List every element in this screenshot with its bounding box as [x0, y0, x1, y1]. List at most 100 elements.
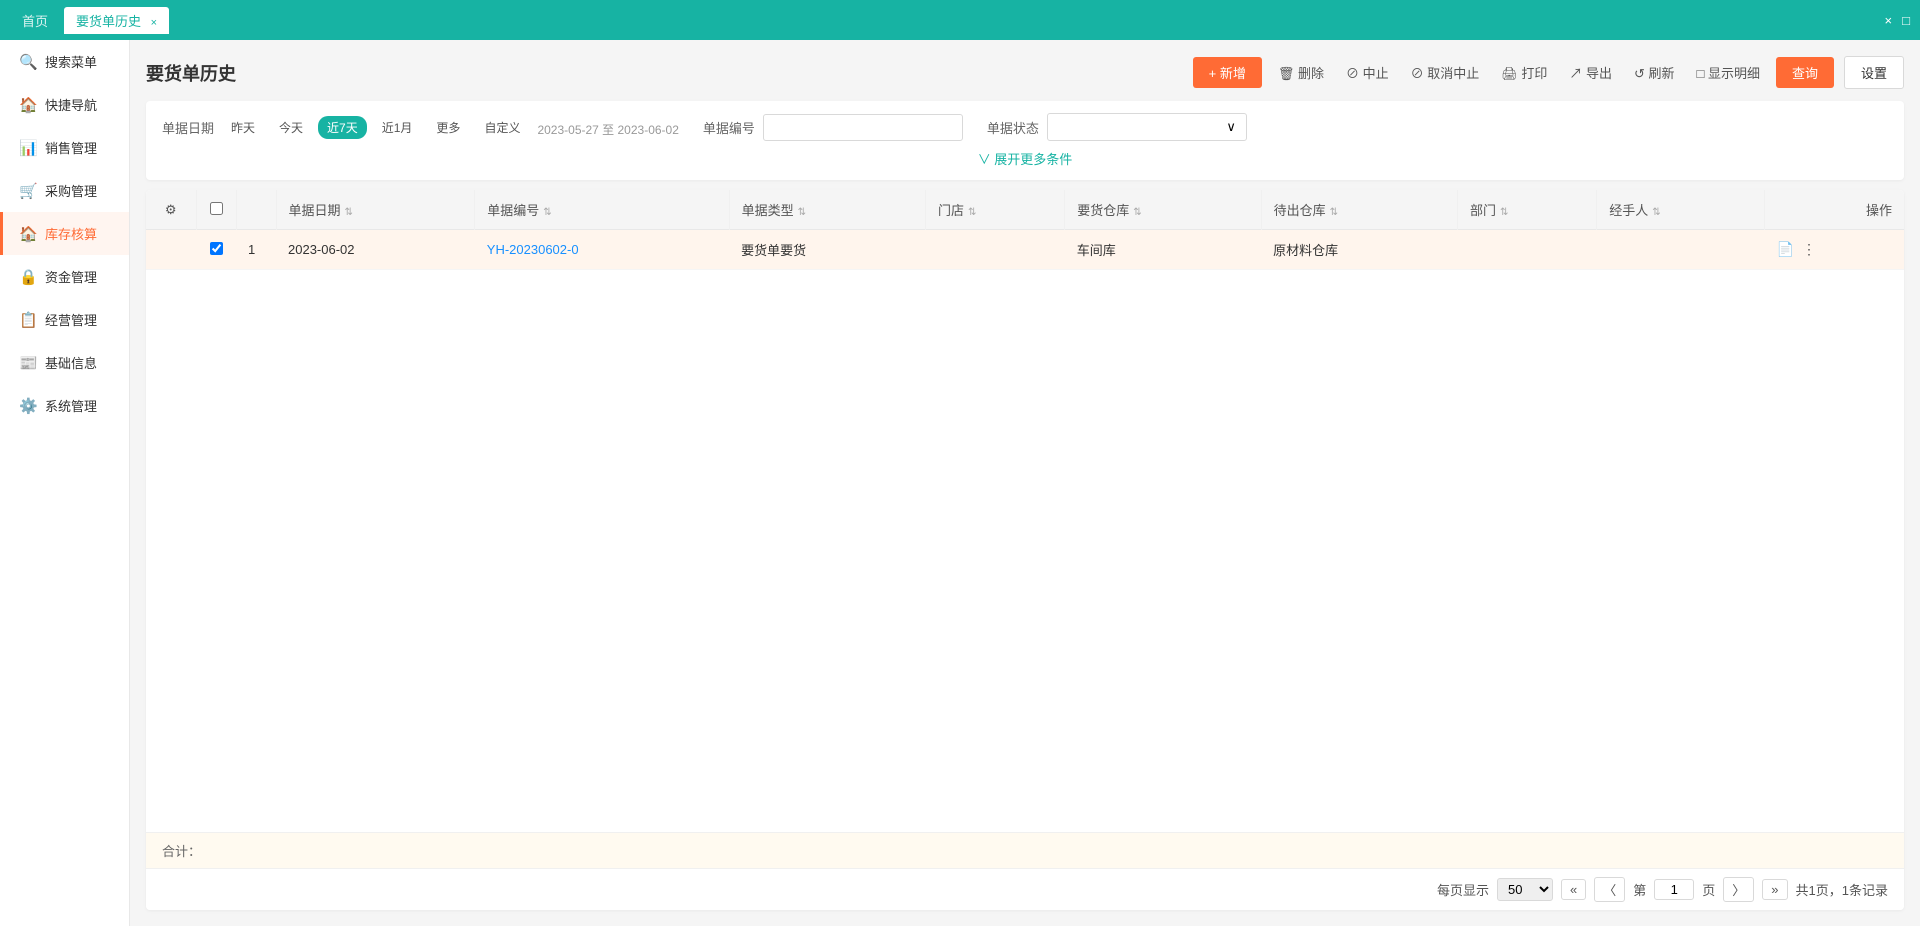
- row-actions: 📄 ⋮: [1777, 241, 1892, 258]
- export-button[interactable]: ↗ 导出: [1563, 59, 1618, 86]
- settings-button[interactable]: 设置: [1844, 56, 1904, 89]
- col-department[interactable]: 部门⇅: [1458, 190, 1597, 230]
- docno-input[interactable]: [763, 114, 963, 141]
- sidebar-item-quick-nav[interactable]: 🏠 快捷导航: [0, 83, 129, 126]
- doc-no-link[interactable]: YH-20230602-0: [487, 242, 579, 257]
- col-doc-date[interactable]: 单据日期⇅: [276, 190, 475, 230]
- col-handler[interactable]: 经手人⇅: [1597, 190, 1765, 230]
- select-all-header[interactable]: [196, 190, 236, 230]
- expand-more-button[interactable]: ∨ 展开更多条件: [162, 149, 1888, 168]
- window-controls: × □: [1885, 13, 1910, 28]
- row-action-cell: 📄 ⋮: [1765, 230, 1904, 270]
- next-page-button[interactable]: 〉: [1723, 877, 1754, 902]
- sidebar-item-inventory[interactable]: 🏠 库存核算: [0, 212, 129, 255]
- stop-button[interactable]: ⊘ 中止: [1340, 59, 1395, 86]
- col-rownum: [236, 190, 276, 230]
- row-edit-icon[interactable]: 📄: [1777, 241, 1794, 258]
- column-settings-header[interactable]: ⚙: [146, 190, 196, 230]
- col-req-warehouse[interactable]: 要货仓库⇅: [1065, 190, 1261, 230]
- col-doc-no[interactable]: 单据编号⇅: [475, 190, 729, 230]
- status-filter: 单据状态 ∨: [987, 113, 1247, 141]
- sidebar-item-purchase-mgmt[interactable]: 🛒 采购管理: [0, 169, 129, 212]
- data-table: ⚙ 单据日期⇅ 单据编号⇅ 单据类型⇅ 门店⇅ 要货仓库⇅ 待出仓库⇅ 部门⇅ …: [146, 190, 1904, 270]
- date-7days[interactable]: 近7天: [318, 116, 367, 139]
- sidebar-item-finance-mgmt[interactable]: 🔒 资金管理: [0, 255, 129, 298]
- sort-req-warehouse-icon: ⇅: [1133, 207, 1141, 218]
- page-input-label: 第: [1633, 880, 1646, 899]
- page-title: 要货单历史: [146, 60, 236, 86]
- table-header-row: ⚙ 单据日期⇅ 单据编号⇅ 单据类型⇅ 门店⇅ 要货仓库⇅ 待出仓库⇅ 部门⇅ …: [146, 190, 1904, 230]
- window-close-icon[interactable]: ×: [1885, 13, 1893, 28]
- prev-page-button[interactable]: 〈: [1594, 877, 1625, 902]
- system-icon: ⚙️: [19, 397, 37, 415]
- row-checkbox[interactable]: [210, 242, 223, 255]
- total-label: 合计：: [162, 841, 201, 860]
- sales-icon: 📊: [19, 139, 37, 157]
- date-custom[interactable]: 自定义: [475, 116, 529, 139]
- tab-requisition-history[interactable]: 要货单历史 ×: [64, 7, 169, 34]
- page-unit-label: 页: [1702, 880, 1715, 899]
- date-today[interactable]: 今天: [270, 116, 312, 139]
- finance-icon: 🔒: [19, 268, 37, 286]
- sidebar-item-ops-mgmt[interactable]: 📋 经营管理: [0, 298, 129, 341]
- sidebar: 🔍 搜索菜单 🏠 快捷导航 📊 销售管理 🛒 采购管理 🏠 库存核算 🔒 资金管…: [0, 40, 130, 926]
- table-card: ⚙ 单据日期⇅ 单据编号⇅ 单据类型⇅ 门店⇅ 要货仓库⇅ 待出仓库⇅ 部门⇅ …: [146, 190, 1904, 910]
- display-detail-button[interactable]: □ 显示明细: [1691, 59, 1766, 86]
- filter-row: 单据日期 昨天 今天 近7天 近1月 更多 自定义 2023-05-27 至 2…: [162, 113, 1888, 141]
- row-more-icon[interactable]: ⋮: [1802, 241, 1816, 258]
- row-handler-cell: [1597, 230, 1765, 270]
- top-bar: 首页 要货单历史 × × □: [0, 0, 1920, 40]
- sidebar-item-basic-info[interactable]: 📰 基础信息: [0, 341, 129, 384]
- pagination-footer: 每页显示 10 20 50 100 « 〈 第 页 〉 » 共1页，1条记录: [146, 868, 1904, 910]
- row-settings-cell: [146, 230, 196, 270]
- date-filter: 单据日期 昨天 今天 近7天 近1月 更多 自定义 2023-05-27 至 2…: [162, 116, 679, 139]
- date-yesterday[interactable]: 昨天: [222, 116, 264, 139]
- row-pending-warehouse-cell: 原材料仓库: [1261, 230, 1457, 270]
- purchase-icon: 🛒: [19, 182, 37, 200]
- chevron-down-icon: ∨: [1226, 119, 1236, 135]
- col-action: 操作: [1765, 190, 1904, 230]
- col-store[interactable]: 门店⇅: [926, 190, 1065, 230]
- delete-button[interactable]: 🗑 删除: [1272, 59, 1330, 86]
- window-maximize-icon[interactable]: □: [1902, 13, 1910, 28]
- sort-doc-no-icon: ⇅: [543, 207, 551, 218]
- table-footer: 合计：: [146, 832, 1904, 868]
- row-req-warehouse-cell: 车间库: [1065, 230, 1261, 270]
- row-num-cell: 1: [236, 230, 276, 270]
- row-store-cell: [926, 230, 1065, 270]
- tab-home[interactable]: 首页: [10, 7, 60, 34]
- page-input[interactable]: [1654, 879, 1694, 900]
- print-button[interactable]: 🖨 打印: [1495, 59, 1553, 86]
- last-page-button[interactable]: »: [1762, 879, 1787, 900]
- row-doc-date-cell: 2023-06-02: [276, 230, 475, 270]
- date-more[interactable]: 更多: [427, 116, 469, 139]
- close-tab-icon[interactable]: ×: [151, 17, 157, 29]
- sidebar-item-system-mgmt[interactable]: ⚙️ 系统管理: [0, 384, 129, 427]
- first-page-button[interactable]: «: [1561, 879, 1586, 900]
- sidebar-item-search-menu[interactable]: 🔍 搜索菜单: [0, 40, 129, 83]
- row-department-cell: [1458, 230, 1597, 270]
- query-button[interactable]: 查询: [1776, 57, 1834, 88]
- row-checkbox-cell[interactable]: [196, 230, 236, 270]
- date-1month[interactable]: 近1月: [373, 116, 422, 139]
- sort-department-icon: ⇅: [1500, 207, 1508, 218]
- col-pending-warehouse[interactable]: 待出仓库⇅: [1261, 190, 1457, 230]
- refresh-button[interactable]: ↺ 刷新: [1628, 59, 1681, 86]
- sort-handler-icon: ⇅: [1652, 207, 1660, 218]
- select-all-checkbox[interactable]: [210, 202, 223, 215]
- filter-panel: 单据日期 昨天 今天 近7天 近1月 更多 自定义 2023-05-27 至 2…: [146, 101, 1904, 180]
- row-doc-type-cell: 要货单要货: [729, 230, 925, 270]
- new-button[interactable]: + 新增: [1193, 57, 1262, 88]
- page-size-label: 每页显示: [1437, 880, 1489, 899]
- page-size-select[interactable]: 10 20 50 100: [1497, 878, 1553, 901]
- date-range-display: 2023-05-27 至 2023-06-02: [537, 121, 678, 138]
- status-select[interactable]: ∨: [1047, 113, 1247, 141]
- sidebar-item-sales-mgmt[interactable]: 📊 销售管理: [0, 126, 129, 169]
- table-wrap: ⚙ 单据日期⇅ 单据编号⇅ 单据类型⇅ 门店⇅ 要货仓库⇅ 待出仓库⇅ 部门⇅ …: [146, 190, 1904, 832]
- status-filter-label: 单据状态: [987, 118, 1039, 137]
- sort-pending-warehouse-icon: ⇅: [1330, 207, 1338, 218]
- cancel-stop-button[interactable]: ⊘ 取消中止: [1405, 59, 1486, 86]
- docno-filter-label: 单据编号: [703, 118, 755, 137]
- col-doc-type[interactable]: 单据类型⇅: [729, 190, 925, 230]
- basic-info-icon: 📰: [19, 354, 37, 372]
